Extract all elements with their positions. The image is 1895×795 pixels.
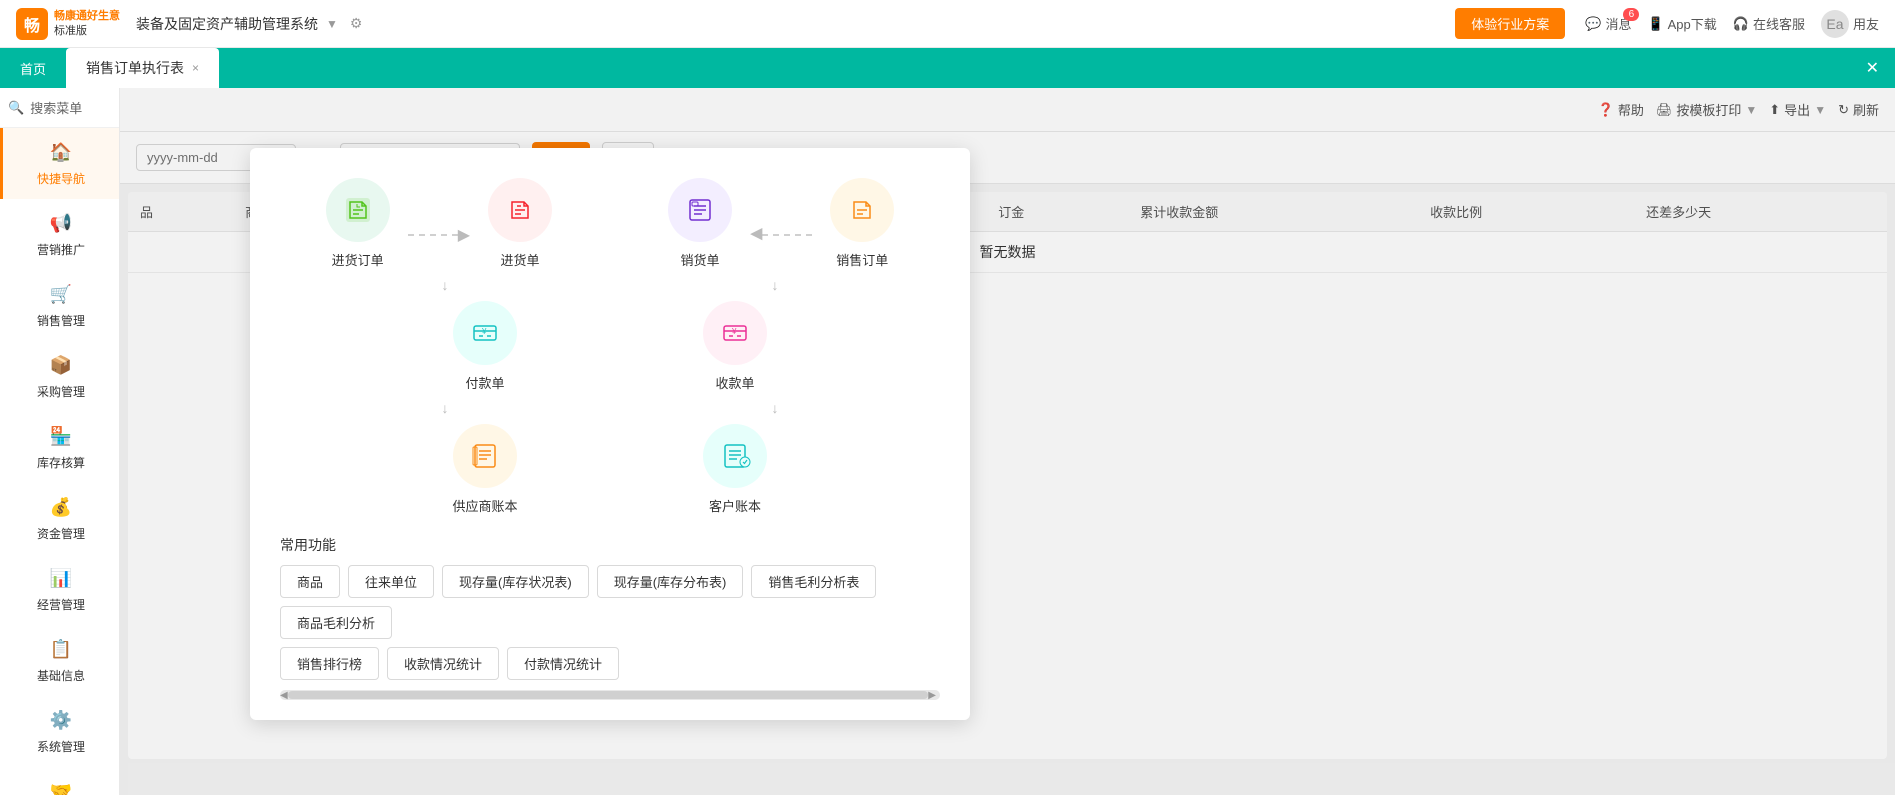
flow-bottom-row: 供应商账本 客户账本 xyxy=(280,424,940,515)
trial-button[interactable]: 体验行业方案 xyxy=(1455,8,1565,39)
supplier-account-icon xyxy=(453,424,517,488)
system-actions: 体验行业方案 xyxy=(1455,8,1565,39)
arrow-down-payment: ↓ xyxy=(442,400,449,420)
inventory-icon: 🏪 xyxy=(49,424,73,448)
receipt-icon: ¥ xyxy=(703,301,767,365)
marketing-icon: 📢 xyxy=(49,211,73,235)
flow-node-sales-order[interactable]: 销售订单 xyxy=(812,178,912,269)
tab-home[interactable]: 首页 xyxy=(0,48,66,88)
header-right: 💬 消息 6 📱 App下载 🎧 在线客服 Ea 用友 xyxy=(1585,10,1879,38)
func-btn-stock-status[interactable]: 现存量(库存状况表) xyxy=(442,565,589,598)
common-functions-title: 常用功能 xyxy=(280,535,940,555)
flow-middle-row: ¥ 付款单 ¥ 收款单 xyxy=(280,301,940,392)
logo-text: 畅康通好生意 标准版 xyxy=(54,9,120,38)
func-btn-payment-stats[interactable]: 付款情况统计 xyxy=(507,647,619,680)
search-icon: 🔍 xyxy=(8,100,24,116)
sidebar-item-system[interactable]: ⚙️ 系统管理 xyxy=(0,696,119,767)
sales-icon: 🛒 xyxy=(49,282,73,306)
download-icon: 📱 xyxy=(1647,16,1663,32)
quick-nav-icon: 🏠 xyxy=(49,140,73,164)
purchase-bill-icon xyxy=(488,178,552,242)
flow-node-customer-account[interactable]: 客户账本 xyxy=(685,424,785,515)
flow-node-purchase-bill[interactable]: 进货单 xyxy=(470,178,570,269)
scroll-thumb[interactable] xyxy=(288,691,928,699)
sidebar-item-finance[interactable]: 💰 资金管理 xyxy=(0,483,119,554)
message-badge: 6 xyxy=(1623,8,1639,21)
svg-text:¥: ¥ xyxy=(731,327,737,336)
func-btn-goods-margin[interactable]: 商品毛利分析 xyxy=(280,606,392,639)
arrow-down-sales: ↓ xyxy=(772,277,779,297)
sidebar-item-inventory[interactable]: 🏪 库存核算 xyxy=(0,412,119,483)
sidebar-item-sales[interactable]: 🛒 销售管理 xyxy=(0,270,119,341)
scroll-right-arrow[interactable]: ▶ xyxy=(928,690,936,700)
nav-tabs: 首页 销售订单执行表 × ✕ xyxy=(0,48,1895,88)
func-btn-stock-dist[interactable]: 现存量(库存分布表) xyxy=(597,565,744,598)
flow-top-row: 进货订单 ▶ xyxy=(280,178,940,269)
online-service-button[interactable]: 🎧 在线客服 xyxy=(1733,14,1805,33)
content-area: ❓ 帮助 🖨 按模板打印 ▼ ⬆ 导出 ▼ ↻ 刷新 📅 单据状态 xyxy=(120,88,1895,795)
flow-mid-arrows: ↓ ↓ xyxy=(280,277,940,297)
close-all-tabs[interactable]: ✕ xyxy=(1866,58,1879,78)
top-header: 畅 畅康通好生意 标准版 装备及固定资产辅助管理系统 ▼ ⚙ 体验行业方案 💬 … xyxy=(0,0,1895,48)
tab-active[interactable]: 销售订单执行表 × xyxy=(66,48,219,88)
finance-icon: 💰 xyxy=(49,495,73,519)
purchase-icon: 📦 xyxy=(49,353,73,377)
sidebar-item-operations[interactable]: 📊 经营管理 xyxy=(0,554,119,625)
service-icon: 🎧 xyxy=(1733,16,1749,32)
sidebar-item-enterprise[interactable]: 🤝 企业协同 xyxy=(0,767,119,795)
system-title: 装备及固定资产辅助管理系统 ▼ ⚙ xyxy=(136,14,1455,34)
sidebar-item-marketing[interactable]: 📢 营销推广 xyxy=(0,199,119,270)
logo-icon: 畅 xyxy=(16,8,48,40)
arrow-down-receipt: ↓ xyxy=(772,400,779,420)
flow-node-purchase-order[interactable]: 进货订单 xyxy=(308,178,408,269)
func-btn-contacts[interactable]: 往来单位 xyxy=(348,565,434,598)
app-download-button[interactable]: 📱 App下载 xyxy=(1647,14,1716,33)
arrow-sales-order-to-bill: ▶ xyxy=(750,225,812,245)
settings-icon[interactable]: ⚙ xyxy=(350,15,363,32)
message-icon: 💬 xyxy=(1585,16,1601,32)
user-menu[interactable]: Ea 用友 xyxy=(1821,10,1879,38)
system-icon: ⚙️ xyxy=(49,708,73,732)
func-btn-goods[interactable]: 商品 xyxy=(280,565,340,598)
flow-node-receipt[interactable]: ¥ 收款单 xyxy=(685,301,785,392)
sales-order-icon xyxy=(830,178,894,242)
sales-bill-icon xyxy=(668,178,732,242)
func-btn-sales-rank[interactable]: 销售排行榜 xyxy=(280,647,379,680)
func-btn-sales-margin[interactable]: 销售毛利分析表 xyxy=(751,565,876,598)
arrow-purchase-order-to-bill: ▶ xyxy=(408,225,470,245)
svg-text:¥: ¥ xyxy=(481,327,487,336)
tab-close-icon[interactable]: × xyxy=(192,61,199,75)
payment-icon: ¥ xyxy=(453,301,517,365)
flow-node-supplier-account[interactable]: 供应商账本 xyxy=(435,424,535,515)
flow-popup: 进货订单 ▶ xyxy=(250,148,970,720)
purchase-order-icon xyxy=(326,178,390,242)
search-menu-button[interactable]: 🔍 搜索菜单 xyxy=(0,88,119,128)
sidebar: 🔍 搜索菜单 🏠 快捷导航 📢 营销推广 🛒 销售管理 📦 采购管理 🏪 库存核… xyxy=(0,88,120,795)
flow-node-payment[interactable]: ¥ 付款单 xyxy=(435,301,535,392)
func-buttons-row1: 商品 往来单位 现存量(库存状况表) 现存量(库存分布表) 销售毛利分析表 商品… xyxy=(280,565,940,639)
flow-bottom-arrows: ↓ ↓ xyxy=(280,400,940,420)
customer-account-icon xyxy=(703,424,767,488)
scroll-left-arrow[interactable]: ◀ xyxy=(280,690,288,700)
func-btn-receipt-stats[interactable]: 收款情况统计 xyxy=(387,647,499,680)
chevron-down-icon[interactable]: ▼ xyxy=(326,17,338,31)
avatar: Ea xyxy=(1821,10,1849,38)
operations-icon: 📊 xyxy=(49,566,73,590)
message-button[interactable]: 💬 消息 6 xyxy=(1585,14,1631,33)
common-functions: 常用功能 商品 往来单位 现存量(库存状况表) 现存量(库存分布表) 销售毛利分… xyxy=(280,535,940,680)
basic-icon: 📋 xyxy=(49,637,73,661)
main-layout: 🔍 搜索菜单 🏠 快捷导航 📢 营销推广 🛒 销售管理 📦 采购管理 🏪 库存核… xyxy=(0,88,1895,795)
popup-scrollbar[interactable]: ◀ ▶ xyxy=(280,690,940,700)
logo-area: 畅 畅康通好生意 标准版 xyxy=(16,8,136,40)
sidebar-item-purchase[interactable]: 📦 采购管理 xyxy=(0,341,119,412)
enterprise-icon: 🤝 xyxy=(49,779,73,795)
sidebar-item-basic[interactable]: 📋 基础信息 xyxy=(0,625,119,696)
func-buttons-row2: 销售排行榜 收款情况统计 付款情况统计 xyxy=(280,647,940,680)
sidebar-item-quick-nav[interactable]: 🏠 快捷导航 xyxy=(0,128,119,199)
flow-node-sales-bill[interactable]: 销货单 xyxy=(650,178,750,269)
arrow-down-purchase: ↓ xyxy=(442,277,449,297)
